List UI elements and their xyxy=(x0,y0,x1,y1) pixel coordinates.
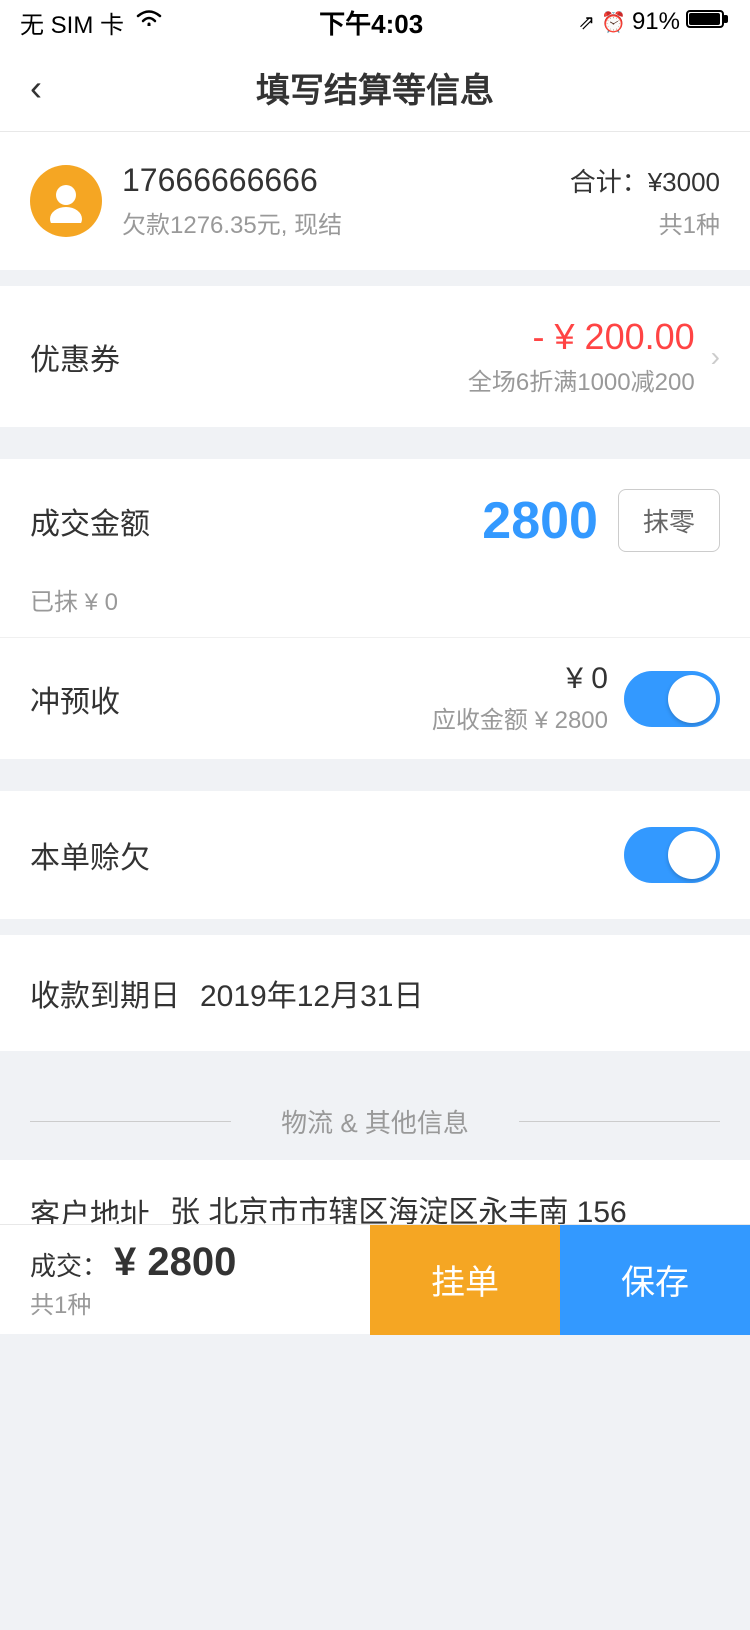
coupon-amount: - ¥ 200.00 xyxy=(468,316,695,358)
debt-row: 本单赊欠 xyxy=(0,791,750,919)
location-icon: ⇗ xyxy=(578,10,595,35)
due-date-value: 2019年12月31日 xyxy=(200,971,423,1015)
deal-amount-row: 成交金额 2800 抹零 xyxy=(0,459,750,582)
bottom-deal-label-prefix: 成交： xyxy=(30,1246,108,1283)
status-left: 无 SIM 卡 xyxy=(20,5,164,40)
due-date-row: 收款到期日 2019年12月31日 xyxy=(0,935,750,1051)
customer-phone: 17666666666 xyxy=(122,162,342,199)
logistics-label: 物流 & 其他信息 xyxy=(281,1103,469,1140)
prepay-label: 冲预收 xyxy=(30,677,120,721)
customer-sub: 欠款1276.35元, 现结 xyxy=(122,205,342,240)
battery-icon xyxy=(686,8,730,37)
total-count: 共1种 xyxy=(570,205,720,240)
prepay-right: ¥ 0 应收金额 ¥ 2800 xyxy=(432,662,720,735)
bottom-deal-row: 成交： ¥ 2800 xyxy=(30,1240,340,1285)
coupon-label: 优惠券 xyxy=(30,335,120,379)
prepay-amount-block: ¥ 0 应收金额 ¥ 2800 xyxy=(432,662,608,735)
coupon-row[interactable]: 优惠券 - ¥ 200.00 全场6折满1000减200 › xyxy=(0,286,750,427)
prepay-row: 冲预收 ¥ 0 应收金额 ¥ 2800 xyxy=(0,637,750,759)
status-time: 下午4:03 xyxy=(319,4,423,41)
status-bar: 无 SIM 卡 下午4:03 ⇗ ⏰ 91% xyxy=(0,0,750,44)
gray-area xyxy=(0,1310,750,1510)
coupon-right: - ¥ 200.00 全场6折满1000减200 › xyxy=(468,316,720,397)
deal-amount-right: 2800 抹零 xyxy=(482,489,720,552)
coupon-desc: 全场6折满1000减200 xyxy=(468,362,695,397)
debt-label: 本单赊欠 xyxy=(30,833,150,877)
deal-amount-label: 成交金额 xyxy=(30,499,150,543)
prepay-sub: 应收金额 ¥ 2800 xyxy=(432,700,608,735)
wifi-icon xyxy=(134,8,164,37)
nav-bar: ‹ 填写结算等信息 xyxy=(0,44,750,132)
total-label: 合计：¥3000 xyxy=(570,162,720,199)
avatar xyxy=(30,165,102,237)
debt-toggle-knob xyxy=(668,831,716,879)
prepay-amount: ¥ 0 xyxy=(432,662,608,696)
page-title: 填写结算等信息 xyxy=(256,63,494,112)
save-button[interactable]: 保存 xyxy=(560,1225,750,1335)
divider-line-left xyxy=(30,1121,231,1122)
bottom-bar: 成交： ¥ 2800 共1种 挂单 保存 xyxy=(0,1224,750,1334)
bottom-deal-count: 共1种 xyxy=(30,1285,340,1320)
bottom-deal-amount: ¥ 2800 xyxy=(114,1240,236,1285)
back-button[interactable]: ‹ xyxy=(30,67,42,109)
alarm-icon: ⏰ xyxy=(601,10,626,35)
pending-button[interactable]: 挂单 xyxy=(370,1225,560,1335)
prepay-toggle[interactable] xyxy=(624,671,720,727)
chevron-right-icon: › xyxy=(711,341,720,373)
content: 17666666666 欠款1276.35元, 现结 合计：¥3000 共1种 … xyxy=(0,132,750,1630)
round-zero-button[interactable]: 抹零 xyxy=(618,489,720,552)
bottom-left: 成交： ¥ 2800 共1种 xyxy=(0,1240,370,1320)
no-sim-label: 无 SIM 卡 xyxy=(20,5,124,40)
coupon-section: 优惠券 - ¥ 200.00 全场6折满1000减200 › xyxy=(0,286,750,427)
toggle-knob xyxy=(668,675,716,723)
logistics-divider: 物流 & 其他信息 xyxy=(0,1083,750,1160)
customer-card: 17666666666 欠款1276.35元, 现结 合计：¥3000 共1种 xyxy=(0,132,750,270)
battery-label: 91% xyxy=(632,8,680,36)
due-date-label: 收款到期日 xyxy=(30,971,180,1015)
customer-right: 合计：¥3000 共1种 xyxy=(570,162,720,240)
deal-amount-sub: 已抹 ¥ 0 xyxy=(0,582,750,637)
divider-line-right xyxy=(519,1121,720,1122)
status-right: ⇗ ⏰ 91% xyxy=(578,8,730,37)
debt-toggle[interactable] xyxy=(624,827,720,883)
deal-section: 成交金额 2800 抹零 已抹 ¥ 0 冲预收 ¥ 0 应收金额 ¥ 2800 xyxy=(0,459,750,759)
customer-left: 17666666666 欠款1276.35元, 现结 xyxy=(30,162,342,240)
deal-amount-value: 2800 xyxy=(482,491,598,551)
customer-info: 17666666666 欠款1276.35元, 现结 xyxy=(122,162,342,240)
